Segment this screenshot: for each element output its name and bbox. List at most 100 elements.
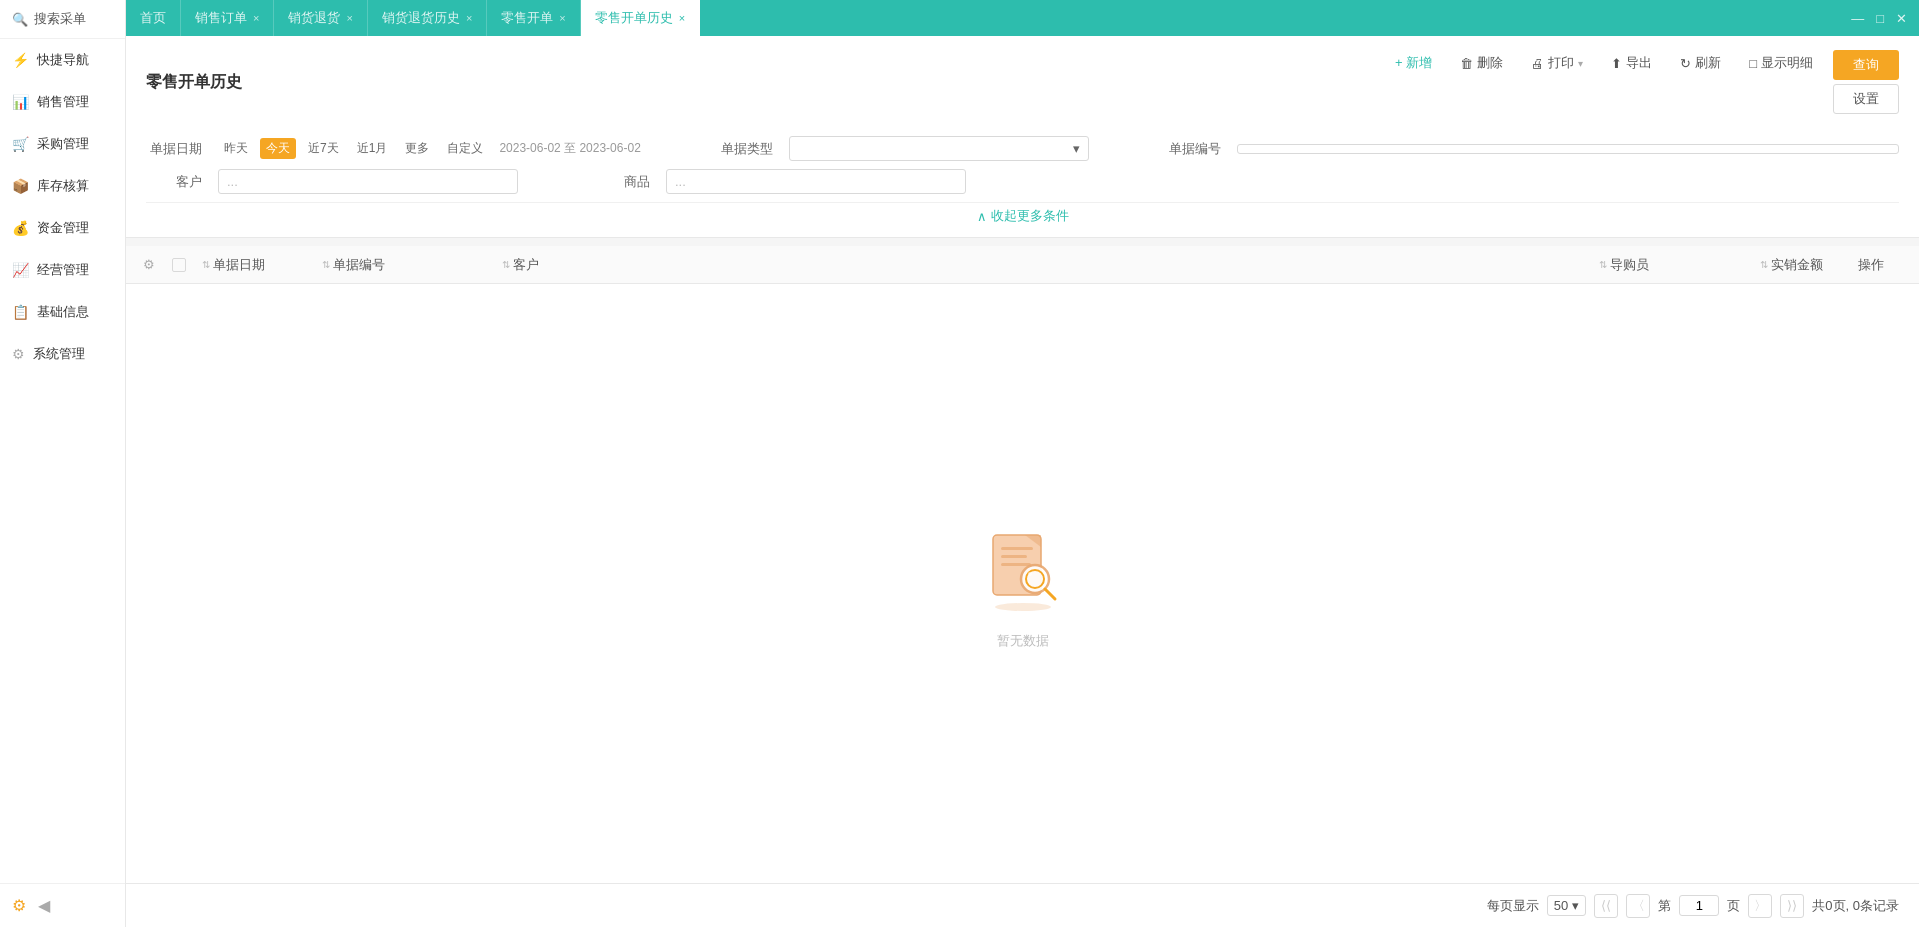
svg-rect-5 <box>1001 563 1031 566</box>
tab-retail-history[interactable]: 零售开单历史 × <box>581 0 700 36</box>
tab-sales-return[interactable]: 销货退货 × <box>274 0 367 36</box>
query-button[interactable]: 查询 <box>1833 50 1899 80</box>
sidebar-item-finance[interactable]: 💰 资金管理 <box>0 207 125 249</box>
sort-icon: ⇅ <box>502 259 510 270</box>
refresh-button[interactable]: ↻ 刷新 <box>1672 50 1729 76</box>
date-btn-more[interactable]: 更多 <box>399 138 435 159</box>
svg-rect-3 <box>1001 547 1033 550</box>
page-size-arrow: ▾ <box>1572 898 1579 913</box>
sidebar-item-inventory[interactable]: 📦 库存核算 <box>0 165 125 207</box>
sidebar-item-sys-mgmt[interactable]: ⚙ 系统管理 <box>0 333 125 375</box>
select-arrow-icon: ▾ <box>1073 141 1080 156</box>
delete-icon: 🗑 <box>1460 56 1473 71</box>
sidebar-item-quick-nav[interactable]: ⚡ 快捷导航 <box>0 39 125 81</box>
product-input[interactable]: ... <box>666 169 966 194</box>
th-number[interactable]: ⇅ 单据编号 <box>314 256 494 274</box>
customer-input[interactable]: ... <box>218 169 518 194</box>
quick-nav-icon: ⚡ <box>12 52 29 68</box>
tab-bar: 首页 销售订单 × 销货退货 × 销货退货历史 × 零售开单 × 零售开单历史 … <box>126 0 1919 36</box>
date-buttons: 昨天 今天 近7天 近1月 更多 自定义 2023-06-02 至 2023-0… <box>218 138 641 159</box>
sidebar-search-label: 搜索采单 <box>34 10 86 28</box>
print-icon: 🖨 <box>1531 56 1544 71</box>
window-maximize-icon[interactable]: □ <box>1876 11 1884 26</box>
th-date[interactable]: ⇅ 单据日期 <box>194 256 314 274</box>
th-action: 操作 <box>1831 256 1911 274</box>
inventory-icon: 📦 <box>12 178 29 194</box>
date-btn-last7[interactable]: 近7天 <box>302 138 345 159</box>
filter-row-customer: 客户 ... 商品 ... <box>146 169 1899 194</box>
window-close-icon[interactable]: ✕ <box>1896 11 1907 26</box>
refresh-icon: ↻ <box>1680 56 1691 71</box>
order-number-label: 单据编号 <box>1165 140 1221 158</box>
page-size-select[interactable]: 50 ▾ <box>1547 895 1586 916</box>
close-sales-return-history-tab[interactable]: × <box>466 12 472 24</box>
close-sales-return-tab[interactable]: × <box>346 12 352 24</box>
tab-sales-return-history[interactable]: 销货退货历史 × <box>368 0 487 36</box>
footer-settings-icon[interactable]: ⚙ <box>12 896 26 915</box>
add-button[interactable]: + 新增 <box>1387 50 1440 76</box>
sidebar-search[interactable]: 🔍 搜索采单 <box>0 0 125 39</box>
tab-home[interactable]: 首页 <box>126 0 181 36</box>
sidebar-item-label: 基础信息 <box>37 303 89 321</box>
filter-row-date: 单据日期 昨天 今天 近7天 近1月 更多 自定义 2023-06-02 至 2… <box>146 136 1899 161</box>
content-area: 零售开单历史 + 新增 🗑 🗑 删除 删除 🖨 打印 ▾ <box>126 36 1919 927</box>
date-filter-label: 单据日期 <box>146 140 202 158</box>
tab-retail-open[interactable]: 零售开单 × <box>487 0 580 36</box>
sidebar-item-label: 资金管理 <box>37 219 89 237</box>
date-btn-custom[interactable]: 自定义 <box>441 138 489 159</box>
table-settings-icon[interactable]: ⚙ <box>134 257 164 272</box>
export-button[interactable]: ⬆ 导出 <box>1603 50 1660 76</box>
print-button[interactable]: 🖨 打印 ▾ <box>1523 50 1591 76</box>
svg-rect-4 <box>1001 555 1027 558</box>
sales-icon: 📊 <box>12 94 29 110</box>
sidebar-item-label: 快捷导航 <box>37 51 89 69</box>
th-amount[interactable]: ⇅ 实销金额 <box>1711 256 1831 274</box>
toolbar: + 新增 🗑 🗑 删除 删除 🖨 打印 ▾ ⬆ <box>1387 50 1821 76</box>
display-detail-button[interactable]: □ □ 显示明细 显示明细 <box>1741 50 1821 76</box>
collapse-more-btn[interactable]: ∧ 收起更多条件 <box>146 202 1899 229</box>
date-range-display: 2023-06-02 至 2023-06-02 <box>499 140 640 157</box>
sidebar-item-sales-mgmt[interactable]: 📊 销售管理 <box>0 81 125 123</box>
date-btn-last-month[interactable]: 近1月 <box>351 138 394 159</box>
order-type-label: 单据类型 <box>717 140 773 158</box>
tab-sales-order[interactable]: 销售订单 × <box>181 0 274 36</box>
date-btn-yesterday[interactable]: 昨天 <box>218 138 254 159</box>
basic-info-icon: 📋 <box>12 304 29 320</box>
last-page-btn[interactable]: ⟩⟩ <box>1780 894 1804 918</box>
customer-placeholder: ... <box>227 174 238 189</box>
sort-icon: ⇅ <box>1760 259 1768 270</box>
sidebar-item-basic-info[interactable]: 📋 基础信息 <box>0 291 125 333</box>
order-number-input[interactable] <box>1237 144 1899 154</box>
sidebar-item-label: 经营管理 <box>37 261 89 279</box>
sidebar-item-purchase-mgmt[interactable]: 🛒 采购管理 <box>0 123 125 165</box>
filter-settings-button[interactable]: 设置 <box>1833 84 1899 114</box>
main-area: 首页 销售订单 × 销货退货 × 销货退货历史 × 零售开单 × 零售开单历史 … <box>126 0 1919 927</box>
empty-text: 暂无数据 <box>997 632 1049 650</box>
delete-button[interactable]: 🗑 🗑 删除 删除 <box>1452 50 1511 76</box>
close-sales-order-tab[interactable]: × <box>253 12 259 24</box>
th-guide[interactable]: ⇅ 导购员 <box>1591 256 1711 274</box>
sort-icon: ⇅ <box>322 259 330 270</box>
table-select-all[interactable] <box>164 258 194 272</box>
page-size-value: 50 <box>1554 898 1568 913</box>
close-retail-open-tab[interactable]: × <box>559 12 565 24</box>
table-container: ⚙ ⇅ 单据日期 ⇅ 单据编号 ⇅ 客户 ⇅ 导购员 <box>126 246 1919 927</box>
order-type-select[interactable]: ▾ <box>789 136 1089 161</box>
page-label: 页 <box>1727 897 1740 915</box>
close-retail-history-tab[interactable]: × <box>679 12 685 24</box>
next-page-btn[interactable]: 〉 <box>1748 894 1772 918</box>
svg-point-0 <box>995 603 1051 611</box>
select-all-checkbox[interactable] <box>172 258 186 272</box>
sidebar-item-operations[interactable]: 📈 经营管理 <box>0 249 125 291</box>
page-title: 零售开单历史 <box>146 72 242 93</box>
prev-page-btn[interactable]: 〈 <box>1626 894 1650 918</box>
tab-bar-right: — □ ✕ <box>1851 11 1919 26</box>
date-btn-today[interactable]: 今天 <box>260 138 296 159</box>
th-customer[interactable]: ⇅ 客户 <box>494 256 1591 274</box>
window-minimize-icon[interactable]: — <box>1851 11 1864 26</box>
product-filter-label: 商品 <box>594 173 650 191</box>
first-page-btn[interactable]: ⟨⟨ <box>1594 894 1618 918</box>
page-number-input[interactable] <box>1679 895 1719 916</box>
footer-collapse-icon[interactable]: ◀ <box>38 896 50 915</box>
query-buttons: 查询 设置 <box>1833 50 1899 114</box>
